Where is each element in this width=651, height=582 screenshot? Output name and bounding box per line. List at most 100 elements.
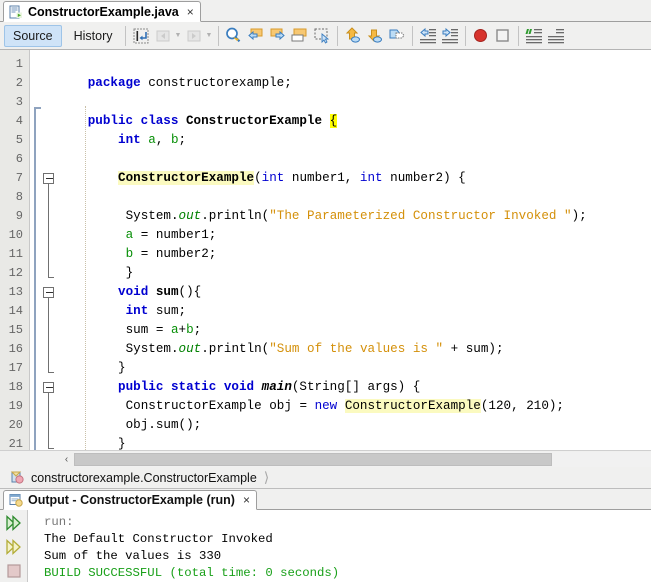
fold-range-line [48,393,49,448]
shift-line-down-icon[interactable] [364,25,386,47]
code-line[interactable]: sum = a+b; [126,321,202,340]
fold-collapse-icon[interactable] [43,173,54,184]
tab-history[interactable]: History [66,25,121,47]
line-number: 7 [15,171,23,185]
rerun-icon[interactable] [3,513,25,533]
code-line[interactable]: } [118,359,126,378]
toggle-rectangular-selection-icon[interactable] [289,25,311,47]
line-number: 3 [15,95,23,109]
previous-bookmark-icon[interactable] [245,25,267,47]
breadcrumb-text[interactable]: constructorexample.ConstructorExample [31,471,257,485]
code-line[interactable]: } [118,435,126,450]
line-number: 9 [15,209,23,223]
forward-nav-icon[interactable] [183,25,205,47]
file-tab-constructorexample[interactable]: ConstructorExample.java × [3,1,201,22]
code-line[interactable]: System.out.println("The Parameterized Co… [126,207,587,226]
indent-guide [85,106,86,450]
fold-collapse-icon[interactable] [43,287,54,298]
code-line[interactable]: public class ConstructorExample { [87,112,338,131]
start-macro-recording-icon[interactable] [470,25,492,47]
output-close-icon[interactable]: × [243,494,250,506]
toolbar-separator-4 [411,25,413,46]
code-line[interactable]: int a, b; [118,131,186,150]
toggle-highlight-icon[interactable] [311,25,333,47]
code-line[interactable]: b = number2; [126,245,217,264]
output-body[interactable]: run: The Default Constructor Invoked Sum o… [0,510,651,582]
line-number: 2 [15,76,23,90]
hscroll-thumb[interactable] [74,453,552,466]
code-line[interactable]: ConstructorExample(int number1, int numb… [118,169,466,188]
close-icon[interactable]: × [187,6,194,18]
code-token: } [125,266,134,280]
code-token: + [178,323,187,337]
next-bookmark-icon[interactable] [267,25,289,47]
chevron-right-icon[interactable]: ⟩ [264,469,269,486]
output-line: BUILD SUCCESSFUL (total time: 0 seconds) [44,566,340,580]
code-token: public class [87,114,186,128]
code-token: (String[] args) { [291,380,421,394]
code-token: b [170,133,179,147]
last-edit-icon[interactable] [130,25,152,47]
code-editor[interactable]: 12345678910111213141516171819202122 pack… [0,50,651,450]
code-line[interactable]: System.out.println("Sum of the values is… [126,340,504,359]
code-line[interactable]: int sum; [126,302,186,321]
code-token: ConstructorExample obj = [125,399,315,413]
line-number: 21 [8,437,23,450]
code-token: ConstructorExample [185,114,323,128]
code-token: public static void [118,380,262,394]
line-number: 15 [8,323,23,337]
shift-line-left-icon[interactable] [417,25,439,47]
line-number: 5 [15,133,23,147]
line-number: 13 [8,285,23,299]
shift-line-up-icon[interactable] [342,25,364,47]
code-token: = number1; [133,228,217,242]
class-member-icon [10,470,26,485]
tab-source[interactable]: Source [4,24,62,47]
code-token: } [118,361,126,375]
back-nav-icon[interactable] [152,25,174,47]
code-token: number2) { [382,171,466,185]
output-line: Sum of the values is 330 [44,549,222,563]
back-nav-dropdown-icon[interactable]: ▼ [174,25,183,47]
output-window: Output - ConstructorExample (run) × run:… [0,489,651,582]
code-token: new [314,399,338,413]
code-line[interactable]: public static void main(String[] args) { [118,378,420,397]
forward-nav-dropdown-icon[interactable]: ▼ [205,25,214,47]
class-fold-bar-top [34,107,41,109]
code-token: int [359,171,383,185]
code-token: System. [125,209,179,223]
code-line[interactable]: void sum(){ [118,283,201,302]
stop-icon[interactable] [3,561,25,581]
output-text: run: The Default Constructor Invoked Sum o… [44,514,651,582]
code-fold-column[interactable] [31,50,59,450]
rerun-alt-icon[interactable] [3,537,25,557]
code-line[interactable]: obj.sum(); [126,416,202,435]
code-token: } [118,437,126,450]
code-token: ); [571,209,587,223]
shift-line-right-icon[interactable] [439,25,461,47]
toggle-tag-icon[interactable] [386,25,408,47]
code-line[interactable]: ConstructorExample obj = new Constructor… [126,397,564,416]
stop-macro-recording-icon[interactable] [492,25,514,47]
fold-collapse-icon[interactable] [43,382,54,393]
output-tab[interactable]: Output - ConstructorExample (run) × [3,490,257,510]
code-token: sum; [148,304,187,318]
code-token: sum = [125,323,171,337]
find-selection-icon[interactable] [223,25,245,47]
uncomment-icon[interactable] [545,25,567,47]
line-number: 18 [8,380,23,394]
comment-icon[interactable] [523,25,545,47]
code-line[interactable]: } [126,264,134,283]
line-number: 19 [8,399,23,413]
code-token: .println( [201,209,270,223]
code-token: out [178,209,202,223]
code-text-area[interactable]: package constructorexample; public class … [59,50,651,450]
code-token: sum [155,285,179,299]
editor-horizontal-scrollbar[interactable]: ‹ [0,450,651,467]
code-line[interactable]: package constructorexample; [88,74,292,93]
code-line[interactable]: a = number1; [126,226,217,245]
output-tab-label: Output - ConstructorExample (run) [28,493,235,507]
line-number-gutter: 12345678910111213141516171819202122 [0,50,30,450]
output-line: The Default Constructor Invoked [44,532,273,546]
hscroll-left-arrow-icon[interactable]: ‹ [59,452,74,467]
